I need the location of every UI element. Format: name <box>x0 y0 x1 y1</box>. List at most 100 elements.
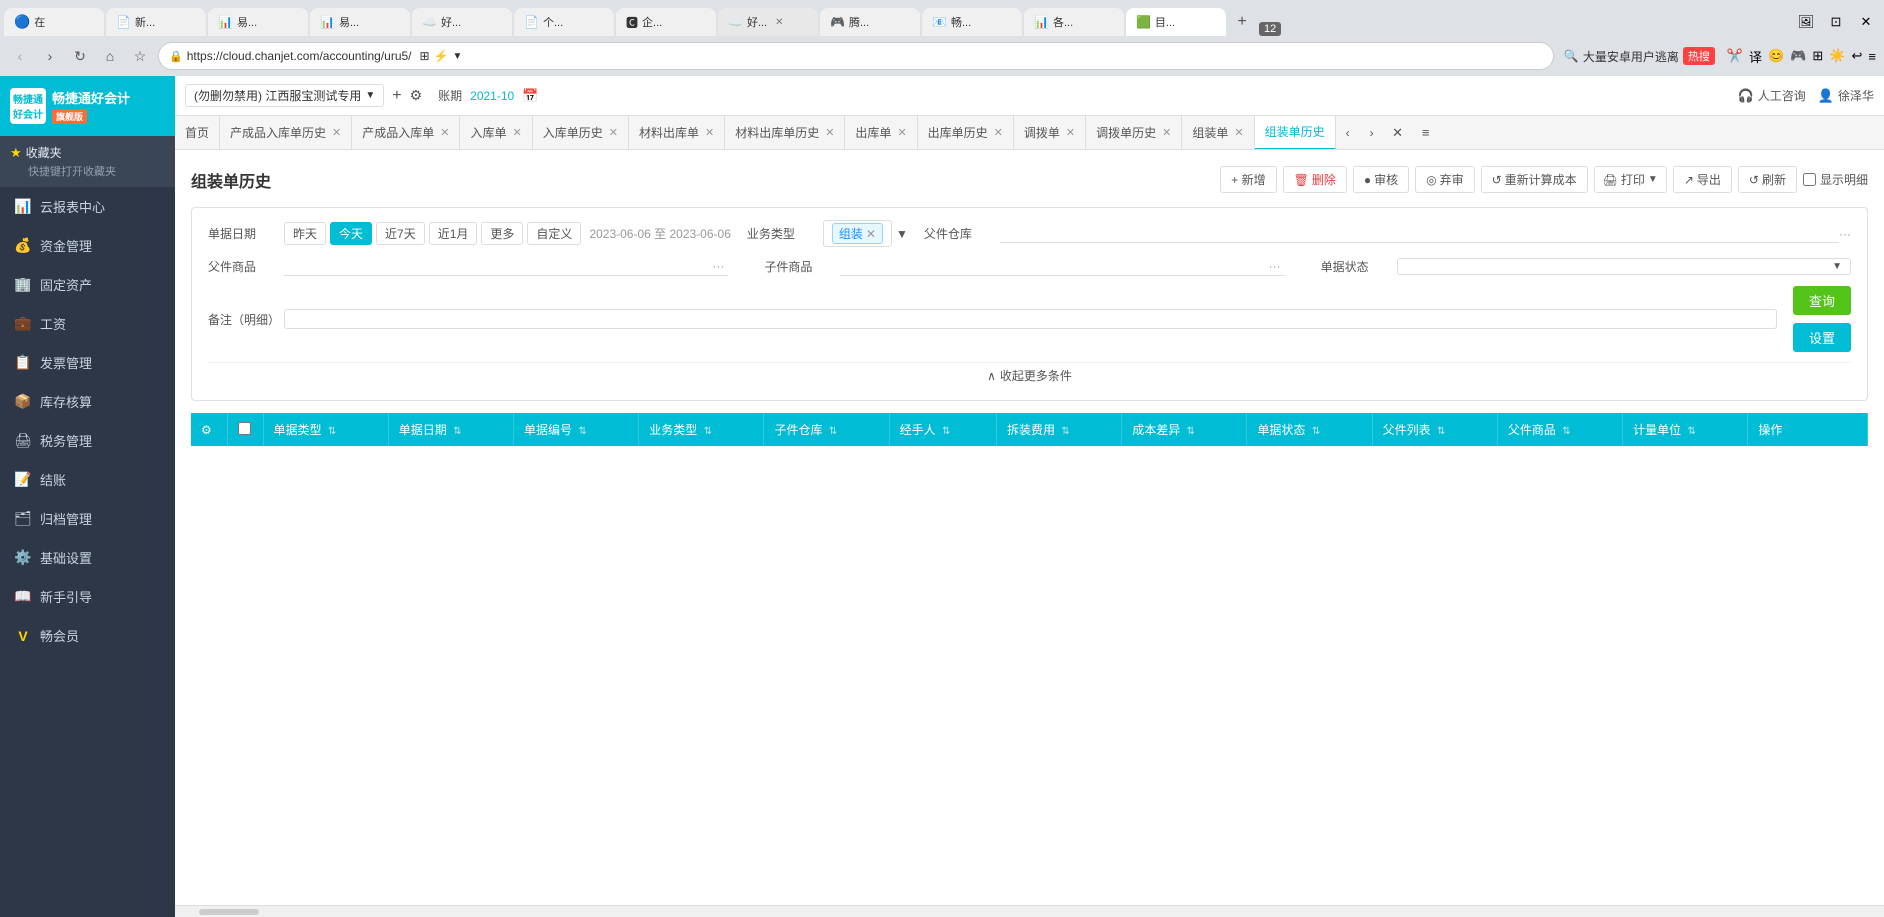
th-handler[interactable]: 经手人 ⇅ <box>889 413 996 446</box>
tab-prod-in-close[interactable]: ✕ <box>440 126 449 139</box>
sidebar-item-assets[interactable]: 🏢 固定资产 <box>0 265 175 304</box>
sidebar-item-invoice[interactable]: 📋 发票管理 <box>0 343 175 382</box>
parent-goods-more-icon[interactable]: ··· <box>712 259 724 273</box>
home-btn[interactable]: ⌂ <box>98 44 122 68</box>
tab-kit-order-close[interactable]: ✕ <box>1234 126 1243 139</box>
show-detail-checkbox[interactable] <box>1803 173 1816 186</box>
print-btn[interactable]: 🖨 打印 ▼ <box>1594 166 1667 193</box>
tab-menu[interactable]: ≡ <box>1412 116 1440 150</box>
biz-type-dropdown-icon[interactable]: ▼ <box>896 227 908 241</box>
sidebar-item-settings[interactable]: ⚙️ 基础设置 <box>0 538 175 577</box>
undo-icon[interactable]: ↩ <box>1852 48 1863 64</box>
new-btn[interactable]: + 新增 <box>1220 166 1276 193</box>
sidebar-item-salary[interactable]: 💼 工资 <box>0 304 175 343</box>
close-btn[interactable]: ✕ <box>1852 8 1880 36</box>
tab-mat-out[interactable]: 材料出库单 ✕ <box>629 116 725 150</box>
tab-scroll-left[interactable]: ‹ <box>1336 116 1360 150</box>
customer-service-btn[interactable]: 🎧 人工咨询 <box>1738 87 1806 104</box>
child-goods-more-icon[interactable]: ··· <box>1269 259 1281 273</box>
browser-tab-11[interactable]: 📊 各... <box>1024 8 1124 36</box>
game-icon[interactable]: 🎮 <box>1790 48 1806 64</box>
reload-btn[interactable]: ↻ <box>68 44 92 68</box>
sidebar-item-inventory[interactable]: 📦 库存核算 <box>0 382 175 421</box>
th-order-date[interactable]: 单据日期 ⇅ <box>388 413 513 446</box>
translate-icon[interactable]: 译 <box>1749 47 1762 66</box>
horizontal-scrollbar[interactable] <box>175 905 1884 917</box>
restore-btn[interactable]: ⊡ <box>1822 8 1850 36</box>
parent-goods-input[interactable] <box>288 259 712 273</box>
sidebar-item-settlement[interactable]: 📝 结账 <box>0 460 175 499</box>
minimize-btn[interactable]: 🖼 <box>1792 8 1820 36</box>
filter-settings-btn[interactable]: 设置 <box>1793 323 1851 352</box>
tab-assemble-hist[interactable]: 调拨单历史 ✕ <box>1086 116 1182 150</box>
date-btn-today[interactable]: 今天 <box>330 222 372 245</box>
tab-out-order-hist-close[interactable]: ✕ <box>994 126 1003 139</box>
tab-prod-in-hist[interactable]: 产成品入库单历史 ✕ <box>220 116 352 150</box>
tab-mat-out-hist-close[interactable]: ✕ <box>825 126 834 139</box>
add-company-btn[interactable]: + <box>392 87 401 105</box>
date-btn-yesterday[interactable]: 昨天 <box>284 222 326 245</box>
date-btn-custom[interactable]: 自定义 <box>527 222 581 245</box>
th-settings[interactable]: ⚙ <box>191 413 227 446</box>
notes-input[interactable] <box>284 309 1777 329</box>
query-btn[interactable]: 查询 <box>1793 286 1851 315</box>
scroll-thumb[interactable] <box>199 909 259 915</box>
recalc-btn[interactable]: ↺ 重新计算成本 <box>1481 166 1588 193</box>
browser-tab-10[interactable]: 📧 畅... <box>922 8 1022 36</box>
tab-out-order-hist[interactable]: 出库单历史 ✕ <box>918 116 1014 150</box>
sun-icon[interactable]: ☀️ <box>1829 48 1845 64</box>
refresh-btn[interactable]: ↺ 刷新 <box>1738 166 1797 193</box>
parent-goods-filter[interactable]: ··· <box>284 257 728 276</box>
sidebar-item-reports[interactable]: 📊 云报表中心 <box>0 187 175 226</box>
tab-kit-order-hist[interactable]: 组装单历史 <box>1255 116 1336 150</box>
bookmark-btn[interactable]: ☆ <box>128 44 152 68</box>
tab-out-order[interactable]: 出库单 ✕ <box>845 116 917 150</box>
th-child-warehouse[interactable]: 子件仓库 ⇅ <box>764 413 889 446</box>
grid-icon[interactable]: ⊞ <box>1812 48 1823 64</box>
company-selector[interactable]: (勿删勿禁用) 江西服宝测试专用 ▼ <box>185 84 384 107</box>
browser-tab-7[interactable]: 🅲 企... <box>616 8 716 36</box>
biz-type-remove-btn[interactable]: ✕ <box>866 227 876 241</box>
browser-tab-5[interactable]: ☁️ 好... <box>412 8 512 36</box>
th-parent-list[interactable]: 父件列表 ⇅ <box>1372 413 1497 446</box>
tab-kit-order[interactable]: 组装单 ✕ <box>1182 116 1254 150</box>
approve-btn[interactable]: ● 审核 <box>1353 166 1409 193</box>
th-order-no[interactable]: 单据编号 ⇅ <box>513 413 638 446</box>
date-btn-more[interactable]: 更多 <box>481 222 523 245</box>
browser-tab-6[interactable]: 📄 个... <box>514 8 614 36</box>
date-btn-1month[interactable]: 近1月 <box>429 222 478 245</box>
tab-prod-in-hist-close[interactable]: ✕ <box>332 126 341 139</box>
sidebar-item-archive[interactable]: 🗂 归档管理 <box>0 499 175 538</box>
child-goods-input[interactable] <box>844 259 1268 273</box>
menu-icon[interactable]: ≡ <box>1868 49 1876 64</box>
sidebar-item-guide[interactable]: 📖 新手引导 <box>0 577 175 616</box>
tab-mat-out-close[interactable]: ✕ <box>705 126 714 139</box>
sidebar-item-membership[interactable]: V 畅会员 <box>0 616 175 655</box>
tab-scroll-right[interactable]: › <box>1360 116 1384 150</box>
parent-warehouse-input[interactable] <box>1000 224 1839 243</box>
back-btn[interactable]: ‹ <box>8 44 32 68</box>
emoji-icon[interactable]: 😊 <box>1768 48 1784 64</box>
tab-assemble-hist-close[interactable]: ✕ <box>1162 126 1171 139</box>
th-parent-goods[interactable]: 父件商品 ⇅ <box>1497 413 1622 446</box>
select-all-checkbox[interactable] <box>238 422 251 435</box>
forward-btn[interactable]: › <box>38 44 62 68</box>
period-value[interactable]: 2021-10 <box>470 89 514 103</box>
delete-btn[interactable]: 🗑 删除 <box>1283 166 1347 193</box>
th-cost-diff[interactable]: 成本差异 ⇅ <box>1122 413 1247 446</box>
sidebar-item-finance[interactable]: 💰 资金管理 <box>0 226 175 265</box>
th-order-type[interactable]: 单据类型 ⇅ <box>263 413 388 446</box>
favorites-section[interactable]: ★ 收藏夹 快捷键打开收藏夹 <box>0 136 175 187</box>
calendar-icon[interactable]: 📅 <box>522 88 538 104</box>
address-bar[interactable]: 🔒 https://cloud.chanjet.com/accounting/u… <box>158 42 1554 70</box>
tab-assemble-close[interactable]: ✕ <box>1066 126 1075 139</box>
new-tab-btn[interactable]: + <box>1228 8 1256 36</box>
tab-prod-in[interactable]: 产成品入库单 ✕ <box>352 116 460 150</box>
tab-count-badge[interactable]: 12 <box>1259 22 1281 36</box>
tab-in-order-hist[interactable]: 入库单历史 ✕ <box>533 116 629 150</box>
reject-btn[interactable]: ◎ 弃审 <box>1415 166 1475 193</box>
browser-tab-2[interactable]: 📄 新... <box>106 8 206 36</box>
tab-home[interactable]: 首页 <box>175 116 220 150</box>
show-detail-label[interactable]: 显示明细 <box>1803 171 1868 188</box>
browser-tab-9[interactable]: 🎮 腾... <box>820 8 920 36</box>
